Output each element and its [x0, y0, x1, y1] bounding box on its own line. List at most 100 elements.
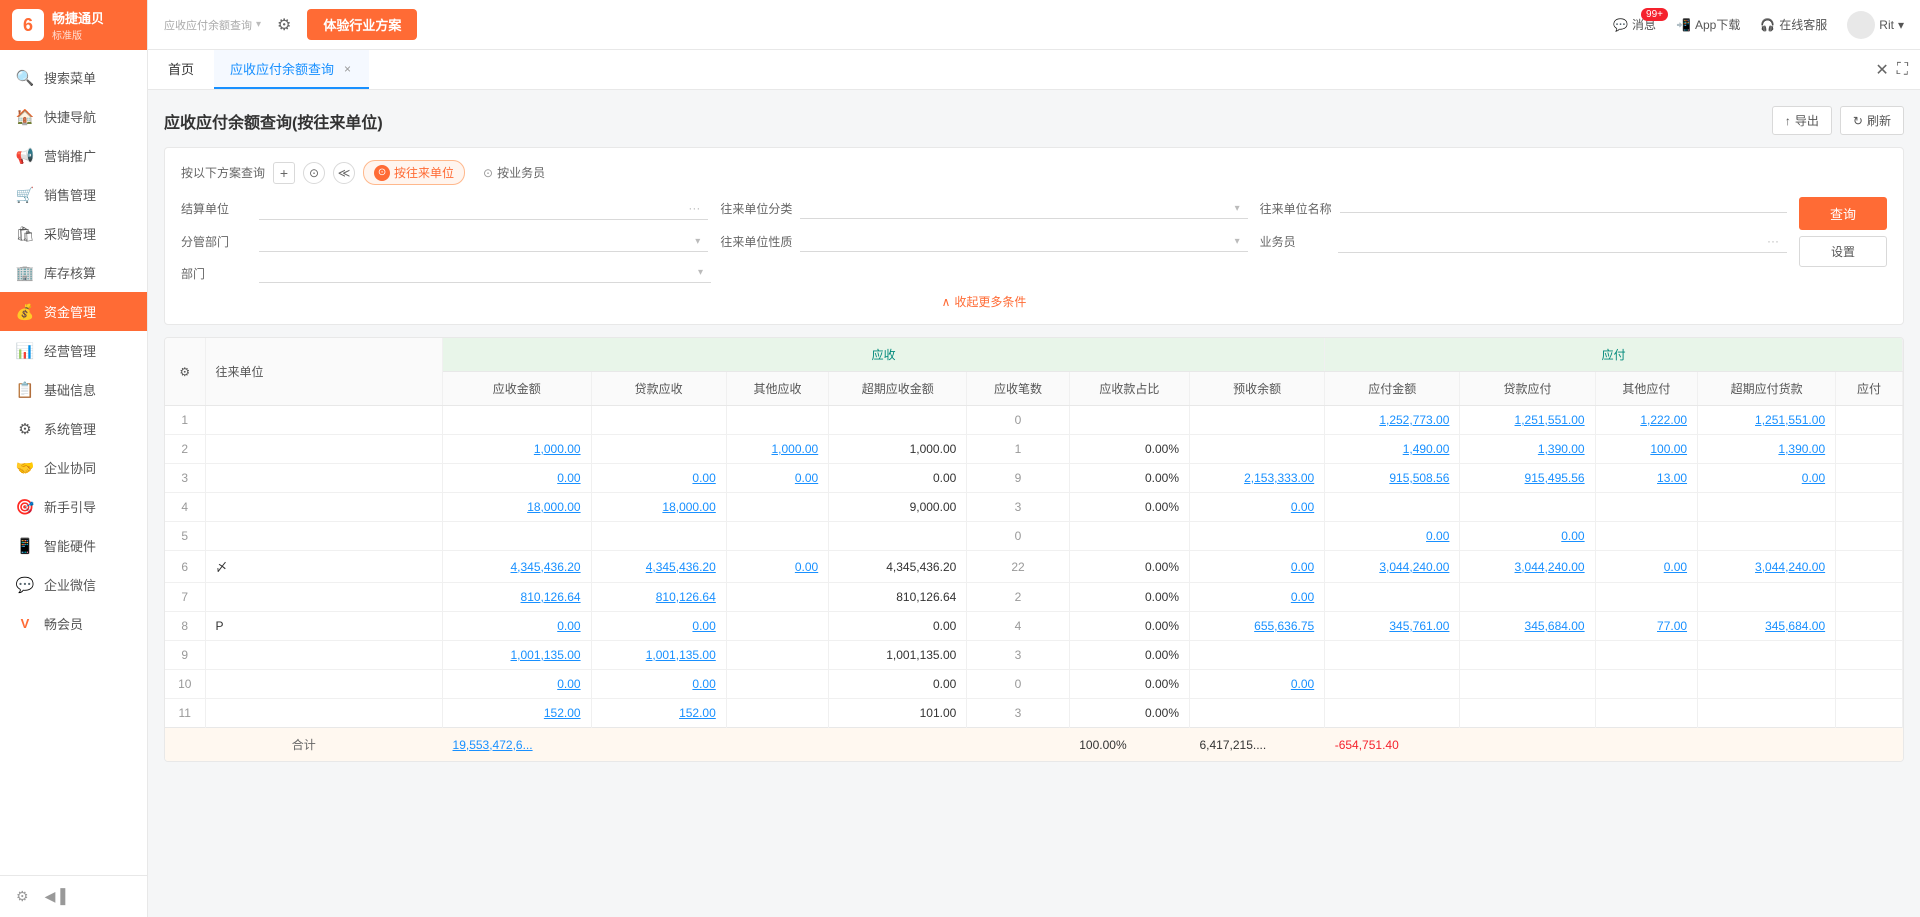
table-cell[interactable]: 0.00	[591, 464, 726, 493]
sidebar-settings-btn[interactable]: ⚙	[16, 888, 29, 905]
table-cell[interactable]	[1698, 522, 1836, 551]
sidebar-item-system[interactable]: ⚙ 系统管理	[0, 409, 147, 448]
cell-link[interactable]: 1,490.00	[1403, 442, 1450, 456]
search-collapse-button[interactable]: ≪	[333, 162, 355, 184]
table-cell[interactable]: 3,044,240.00	[1698, 551, 1836, 583]
table-cell[interactable]: 0.00	[1460, 522, 1595, 551]
table-cell[interactable]: 1,222.00	[1595, 406, 1697, 435]
table-cell[interactable]: 152.00	[443, 699, 592, 728]
table-cell[interactable]: 0.00	[443, 670, 592, 699]
table-cell[interactable]	[726, 670, 828, 699]
table-cell[interactable]	[1460, 699, 1595, 728]
table-cell[interactable]	[726, 612, 828, 641]
table-cell[interactable]	[443, 406, 592, 435]
cell-link[interactable]: 0.00	[1291, 560, 1314, 574]
cell-link[interactable]: 4,345,436.20	[511, 560, 581, 574]
topbar-gear-icon[interactable]: ⚙	[273, 11, 295, 39]
table-cell[interactable]	[591, 406, 726, 435]
dept-manager-input[interactable]: ▾	[259, 232, 708, 252]
sidebar-item-enterprise[interactable]: 🤝 企业协同	[0, 448, 147, 487]
cell-link[interactable]: 1,222.00	[1640, 413, 1687, 427]
table-cell[interactable]: 100.00	[1595, 435, 1697, 464]
cell-link[interactable]: 0.00	[1561, 529, 1584, 543]
table-cell[interactable]: 0.00	[726, 551, 828, 583]
table-cell[interactable]: 345,684.00	[1698, 612, 1836, 641]
table-scroll-container[interactable]: ⚙ 往来单位 应收 应付 应收金额 贷款应收 其他应收 超期应收金额	[165, 338, 1903, 761]
scheme-tag-partner[interactable]: ⊙ 按往来单位	[363, 160, 465, 185]
table-cell[interactable]: 810,126.64	[591, 583, 726, 612]
cell-link[interactable]: 810,126.64	[656, 590, 716, 604]
cell-link[interactable]: 0.00	[1291, 500, 1314, 514]
export-button[interactable]: ↑ 导出	[1772, 106, 1832, 135]
cell-link[interactable]: 810,126.64	[521, 590, 581, 604]
cell-link[interactable]: 0.00	[692, 471, 715, 485]
table-cell[interactable]	[1698, 493, 1836, 522]
query-button[interactable]: 查询	[1799, 197, 1887, 230]
col-settings-header[interactable]: ⚙	[165, 338, 205, 406]
user-menu[interactable]: Rit ▾	[1847, 11, 1904, 39]
online-service-button[interactable]: 🎧 在线客服	[1760, 16, 1827, 33]
table-cell[interactable]	[1595, 699, 1697, 728]
tab-close-icon[interactable]: ×	[342, 60, 353, 78]
cell-link[interactable]: 0.00	[557, 677, 580, 691]
table-cell[interactable]: 2,153,333.00	[1190, 464, 1325, 493]
table-cell[interactable]: 0.00	[726, 464, 828, 493]
cell-link[interactable]: 18,000.00	[662, 500, 715, 514]
table-cell[interactable]	[726, 583, 828, 612]
cell-link[interactable]: 152.00	[679, 706, 716, 720]
cell-link[interactable]: 915,508.56	[1389, 471, 1449, 485]
table-cell[interactable]	[1190, 435, 1325, 464]
sidebar-item-member[interactable]: V 畅会员	[0, 604, 147, 643]
cell-link[interactable]: 0.00	[1426, 529, 1449, 543]
table-cell[interactable]: 1,000.00	[443, 435, 592, 464]
table-cell[interactable]: 1,000.00	[726, 435, 828, 464]
table-cell[interactable]	[1190, 522, 1325, 551]
cell-link[interactable]: 0.00	[557, 619, 580, 633]
table-cell[interactable]: 0.00	[1595, 551, 1697, 583]
cell-link[interactable]: 1,390.00	[1538, 442, 1585, 456]
cell-link[interactable]: 1,001,135.00	[646, 648, 716, 662]
sidebar-item-marketing[interactable]: 📢 营销推广	[0, 136, 147, 175]
cell-link[interactable]: 0.00	[795, 560, 818, 574]
table-cell[interactable]: 4,345,436.20	[443, 551, 592, 583]
sidebar-item-operations[interactable]: 📊 经营管理	[0, 331, 147, 370]
department-input[interactable]: ▾	[259, 263, 711, 283]
settlement-unit-input[interactable]: ···	[259, 197, 708, 220]
cell-link[interactable]: 1,000.00	[772, 442, 819, 456]
table-cell[interactable]: 3,044,240.00	[1460, 551, 1595, 583]
table-cell[interactable]	[1595, 493, 1697, 522]
cell-link[interactable]: 77.00	[1657, 619, 1687, 633]
table-cell[interactable]: 0.00	[1190, 551, 1325, 583]
message-button[interactable]: 💬 消息 99+	[1613, 16, 1656, 33]
tab-home[interactable]: 首页	[148, 50, 214, 89]
sidebar-item-guide[interactable]: 🎯 新手引导	[0, 487, 147, 526]
cell-link[interactable]: 3,044,240.00	[1755, 560, 1825, 574]
cell-link[interactable]: 3,044,240.00	[1515, 560, 1585, 574]
partner-nature-input[interactable]: ▾	[800, 232, 1247, 252]
cell-link[interactable]: 345,684.00	[1525, 619, 1585, 633]
table-cell[interactable]	[1460, 670, 1595, 699]
table-cell[interactable]: 18,000.00	[443, 493, 592, 522]
tab-active[interactable]: 应收应付余额查询 ×	[214, 50, 369, 89]
table-cell[interactable]: 1,252,773.00	[1325, 406, 1460, 435]
table-cell[interactable]	[1460, 493, 1595, 522]
table-cell[interactable]	[1698, 699, 1836, 728]
table-cell[interactable]	[591, 435, 726, 464]
sidebar-item-sales[interactable]: 🛒 销售管理	[0, 175, 147, 214]
table-cell[interactable]: 0.00	[1190, 583, 1325, 612]
partner-category-input[interactable]: ▾	[800, 199, 1247, 219]
sidebar-item-inventory[interactable]: 🏢 库存核算	[0, 253, 147, 292]
table-cell[interactable]	[726, 522, 828, 551]
table-cell[interactable]: 1,251,551.00	[1698, 406, 1836, 435]
table-cell[interactable]	[726, 641, 828, 670]
table-cell[interactable]	[1325, 699, 1460, 728]
table-cell[interactable]: 3,044,240.00	[1325, 551, 1460, 583]
scheme-tag-salesperson[interactable]: ⊙ 按业务员	[473, 161, 555, 184]
search-scheme-button[interactable]: ⊙	[303, 162, 325, 184]
cell-link[interactable]: 1,000.00	[534, 442, 581, 456]
collapse-button[interactable]: ∧ 收起更多条件	[181, 287, 1787, 316]
cell-link[interactable]: 0.00	[1664, 560, 1687, 574]
sidebar-item-basicinfo[interactable]: 📋 基础信息	[0, 370, 147, 409]
table-cell[interactable]	[1698, 670, 1836, 699]
cell-link[interactable]: 915,495.56	[1525, 471, 1585, 485]
